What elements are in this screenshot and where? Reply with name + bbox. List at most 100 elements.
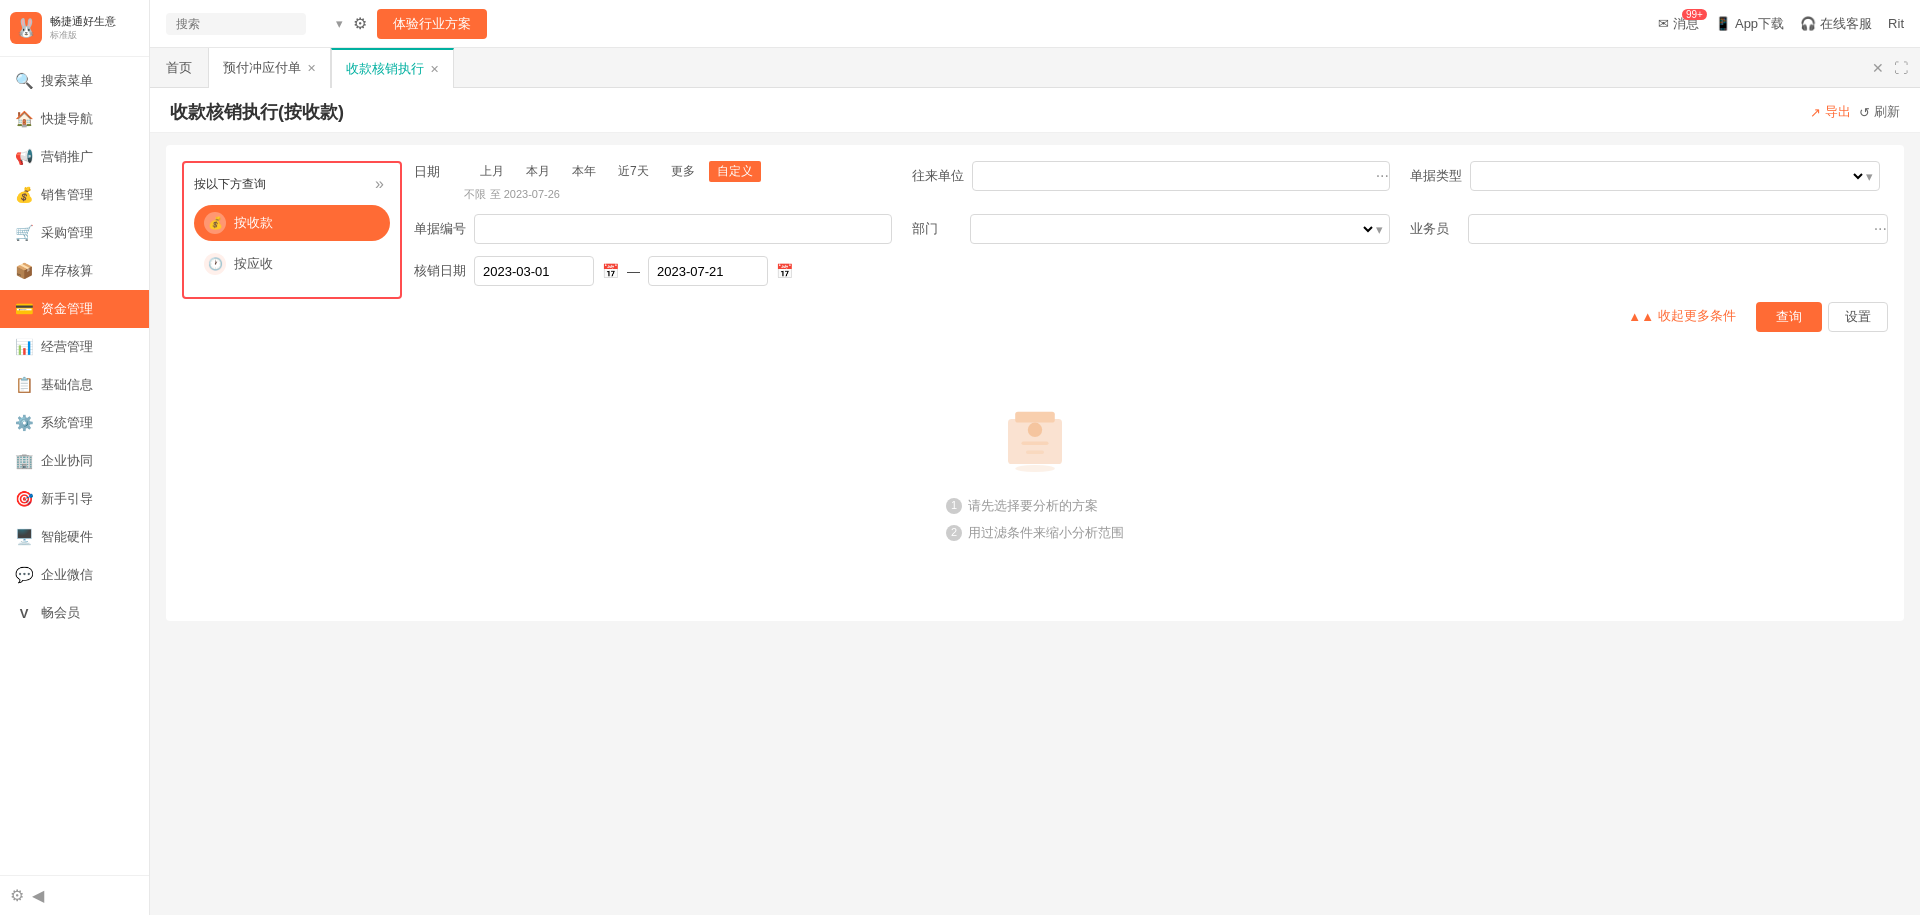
filter-actions-right: ▲▲ 收起更多条件 查询 设置 [1628, 300, 1888, 332]
date-7days-btn[interactable]: 近7天 [610, 161, 657, 182]
window-buttons: ✕ ⛶ [1872, 60, 1920, 76]
message-action[interactable]: ✉ 消息 99+ [1658, 15, 1699, 33]
doc-type-select-wrapper: ▾ [1470, 161, 1880, 191]
filter-right: 日期 上月 本月 本年 近7天 更多 自定义 [414, 161, 1888, 332]
doc-no-input[interactable] [474, 214, 892, 244]
writeoff-date-start-input[interactable] [474, 256, 594, 286]
sidebar-item-business[interactable]: 📊 经营管理 [0, 328, 149, 366]
wechat-icon: 💬 [15, 566, 33, 584]
sidebar-collapse-icon[interactable]: ◀ [32, 886, 44, 905]
writeoff-date-row: 核销日期 📅 — 📅 [414, 256, 1888, 286]
sidebar-item-finance[interactable]: 💳 资金管理 [0, 290, 149, 328]
close-window-icon[interactable]: ✕ [1872, 60, 1884, 76]
dept-chevron-icon: ▾ [1376, 222, 1389, 237]
refresh-button[interactable]: ↺ 刷新 [1859, 103, 1900, 121]
empty-state: 1 请先选择要分析的方案 2 用过滤条件来缩小分析范围 [182, 332, 1888, 605]
sidebar-item-marketing[interactable]: 📢 营销推广 [0, 138, 149, 176]
business-icon: 📊 [15, 338, 33, 356]
svg-rect-1 [1015, 412, 1055, 423]
doc-type-chevron-icon: ▾ [1866, 169, 1879, 184]
sidebar-bottom: ⚙ ◀ [0, 875, 149, 915]
sidebar-item-guide[interactable]: 🎯 新手引导 [0, 480, 149, 518]
date-this-month-btn[interactable]: 本月 [518, 161, 558, 182]
receipt-option-icon: 💰 [204, 212, 226, 234]
date-filter-group: 日期 上月 本月 本年 近7天 更多 自定义 [414, 161, 892, 202]
tab-home[interactable]: 首页 [150, 48, 208, 88]
sidebar-item-quicknav[interactable]: 🏠 快捷导航 [0, 100, 149, 138]
hardware-icon: 🖥️ [15, 528, 33, 546]
date-no-limit-label: 不限 [464, 188, 486, 200]
finance-icon: 💳 [15, 300, 33, 318]
query-button[interactable]: 查询 [1756, 302, 1822, 332]
settings-button[interactable]: 设置 [1828, 302, 1888, 332]
app-download-action[interactable]: 📱 App下载 [1715, 15, 1784, 33]
export-icon: ↗ [1810, 105, 1821, 120]
maximize-window-icon[interactable]: ⛶ [1894, 60, 1908, 76]
sidebar-menu: 🔍 搜索菜单 🏠 快捷导航 📢 营销推广 💰 销售管理 🛒 采购管理 📦 库存核… [0, 57, 149, 875]
tab-prepay-close[interactable]: ✕ [307, 48, 316, 88]
export-button[interactable]: ↗ 导出 [1810, 103, 1851, 121]
filter-option-by-receivable[interactable]: 🕐 按应收 [194, 246, 390, 282]
sidebar-item-hardware[interactable]: 🖥️ 智能硬件 [0, 518, 149, 556]
sidebar-item-wechat[interactable]: 💬 企业微信 [0, 556, 149, 594]
main-area: ▾ ⚙ 体验行业方案 ✉ 消息 99+ 📱 App下载 🎧 在线客服 Rit 首… [150, 0, 1920, 915]
sidebar-item-purchase[interactable]: 🛒 采购管理 [0, 214, 149, 252]
filter-collapse-arrow[interactable]: » [369, 173, 390, 195]
date-range-separator: — [627, 264, 640, 279]
topbar-chevron-icon[interactable]: ▾ [336, 16, 343, 31]
dept-select[interactable] [971, 217, 1376, 242]
writeoff-date-start-calendar-icon[interactable]: 📅 [602, 263, 619, 279]
writeoff-date-end-calendar-icon[interactable]: 📅 [776, 263, 793, 279]
date-last-month-btn[interactable]: 上月 [472, 161, 512, 182]
sidebar-item-vip[interactable]: V 畅会员 [0, 594, 149, 632]
tab-receipt-offset-close[interactable]: ✕ [430, 49, 439, 89]
counterparty-dots-icon[interactable]: ··· [1376, 167, 1389, 185]
date-more-btn[interactable]: 更多 [663, 161, 703, 182]
topbar-actions: ✉ 消息 99+ 📱 App下载 🎧 在线客服 Rit [1658, 15, 1904, 33]
date-custom-btn[interactable]: 自定义 [709, 161, 761, 182]
svg-point-5 [1015, 465, 1055, 472]
doc-type-select[interactable] [1471, 164, 1866, 189]
tab-receipt-offset[interactable]: 收款核销执行 ✕ [331, 48, 454, 88]
collapse-up-icon: ▲▲ [1628, 309, 1654, 324]
sidebar-logo: 🐰 畅捷通好生意 标准版 [0, 0, 149, 57]
counterparty-input[interactable] [973, 165, 1376, 188]
sidebar: 🐰 畅捷通好生意 标准版 🔍 搜索菜单 🏠 快捷导航 📢 营销推广 💰 销售管理… [0, 0, 150, 915]
date-to-label: 至 2023-07-26 [490, 188, 560, 200]
filter-option-by-receipt[interactable]: 💰 按收款 [194, 205, 390, 241]
online-service-action[interactable]: 🎧 在线客服 [1800, 15, 1872, 33]
solution-button[interactable]: 体验行业方案 [377, 9, 487, 39]
home-icon: 🏠 [15, 110, 33, 128]
user-area[interactable]: Rit [1888, 16, 1904, 31]
date-label: 日期 [414, 163, 464, 181]
staff-filter-row: 业务员 ··· [1410, 214, 1888, 244]
purchase-icon: 🛒 [15, 224, 33, 242]
settings-gear-icon[interactable]: ⚙ [10, 886, 24, 905]
collapse-more-button[interactable]: ▲▲ 收起更多条件 [1628, 307, 1736, 325]
page-title: 收款核销执行(按收款) [170, 100, 344, 124]
tab-prepay[interactable]: 预付冲应付单 ✕ [208, 48, 331, 88]
counterparty-input-wrapper: ··· [972, 161, 1390, 191]
date-options-row: 上月 本月 本年 近7天 更多 自定义 [472, 161, 761, 182]
page-header-actions: ↗ 导出 ↺ 刷新 [1810, 103, 1900, 121]
tip-number-1: 1 [946, 498, 962, 514]
date-this-year-btn[interactable]: 本年 [564, 161, 604, 182]
vip-icon: V [15, 606, 33, 621]
sidebar-item-search[interactable]: 🔍 搜索菜单 [0, 62, 149, 100]
writeoff-date-end-input[interactable] [648, 256, 768, 286]
basic-icon: 📋 [15, 376, 33, 394]
sidebar-item-basic[interactable]: 📋 基础信息 [0, 366, 149, 404]
empty-state-illustration [990, 392, 1080, 482]
topbar-search-area [166, 13, 326, 35]
sidebar-item-inventory[interactable]: 📦 库存核算 [0, 252, 149, 290]
topbar-gear-icon[interactable]: ⚙ [353, 14, 367, 33]
tip-number-2: 2 [946, 525, 962, 541]
staff-input[interactable] [1469, 218, 1874, 241]
sidebar-item-corp[interactable]: 🏢 企业协同 [0, 442, 149, 480]
counterparty-filter-row: 往来单位 ··· [912, 161, 1390, 191]
staff-dots-icon[interactable]: ··· [1874, 220, 1887, 238]
search-input[interactable] [166, 13, 306, 35]
sidebar-item-system[interactable]: ⚙️ 系统管理 [0, 404, 149, 442]
svg-rect-3 [1022, 442, 1049, 446]
sidebar-item-sales[interactable]: 💰 销售管理 [0, 176, 149, 214]
